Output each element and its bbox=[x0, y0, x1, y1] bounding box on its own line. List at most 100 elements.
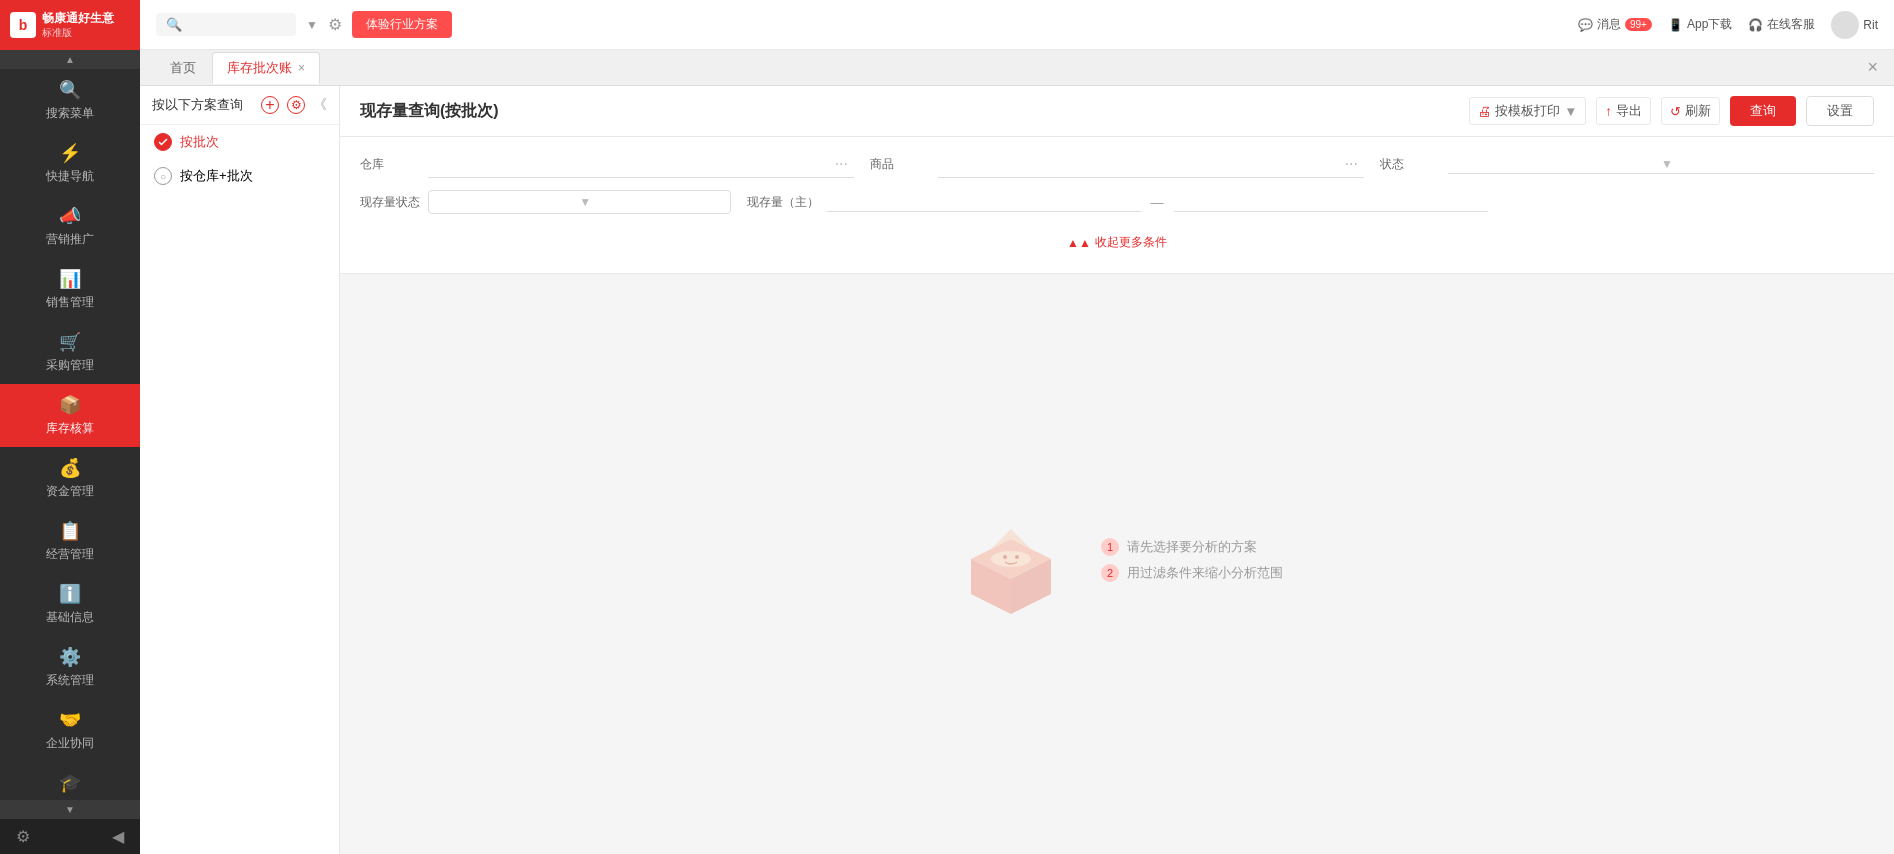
sidebar-item-marketing[interactable]: 📣 营销推广 bbox=[0, 195, 140, 258]
marketing-icon: 📣 bbox=[59, 205, 81, 227]
sidebar-item-inventory[interactable]: 📦 库存核算 bbox=[0, 384, 140, 447]
product-input-wrapper[interactable]: ··· bbox=[938, 151, 1364, 178]
user-name: Rit bbox=[1863, 18, 1878, 32]
refresh-button[interactable]: ↺ 刷新 bbox=[1661, 97, 1720, 125]
plan-item-batch[interactable]: 按批次 bbox=[140, 125, 339, 159]
online-service-item[interactable]: 🎧 在线客服 bbox=[1748, 16, 1815, 33]
warehouse-input-wrapper[interactable]: ··· bbox=[428, 151, 854, 178]
sidebar-item-label: 快捷导航 bbox=[46, 168, 94, 185]
sidebar-item-purchase[interactable]: 🛒 采购管理 bbox=[0, 321, 140, 384]
export-button[interactable]: ↑ 导出 bbox=[1596, 97, 1651, 125]
sidebar-item-label: 企业协同 bbox=[46, 735, 94, 752]
sidebar-item-operations[interactable]: 📋 经营管理 bbox=[0, 510, 140, 573]
user-profile-item[interactable]: Rit bbox=[1831, 11, 1878, 39]
page-header: 现存量查询(按批次) 🖨 按模板打印 ▼ ↑ 导出 ↺ 刷新 bbox=[340, 86, 1894, 137]
product-input[interactable] bbox=[944, 153, 1345, 175]
stock-amount-dash: — bbox=[1151, 195, 1164, 210]
filter-area: 仓库 ··· 商品 ··· bbox=[340, 137, 1894, 274]
product-dots-icon[interactable]: ··· bbox=[1345, 155, 1358, 173]
collapse-more-button[interactable]: ▲▲ 收起更多条件 bbox=[360, 226, 1874, 259]
status-label: 状态 bbox=[1380, 156, 1440, 173]
collapse-panel-icon[interactable]: 《 bbox=[313, 96, 327, 114]
sidebar-header: b 畅康通好生意 标准版 bbox=[0, 0, 140, 50]
status-select[interactable]: ▼ bbox=[1448, 155, 1874, 174]
refresh-label: 刷新 bbox=[1685, 102, 1711, 120]
topbar-right: 💬 消息 99+ 📱 App下载 🎧 在线客服 Rit bbox=[1578, 11, 1878, 39]
export-icon: ↑ bbox=[1605, 104, 1612, 119]
message-item[interactable]: 💬 消息 99+ bbox=[1578, 16, 1652, 33]
sidebar-item-label: 营销推广 bbox=[46, 231, 94, 248]
sidebar-item-newbie[interactable]: 🎓 新手引导 bbox=[0, 762, 140, 800]
content-area: 按以下方案查询 + ⚙ 《 按批次 ○ 按仓库+批次 bbox=[140, 86, 1894, 854]
message-icon: 💬 bbox=[1578, 18, 1593, 32]
topbar-chevron-icon[interactable]: ▼ bbox=[306, 18, 318, 32]
sidebar-footer: ⚙ ◀ bbox=[0, 819, 140, 854]
tab-close-all[interactable]: × bbox=[1867, 57, 1878, 78]
sidebar-scroll-down[interactable]: ▼ bbox=[0, 800, 140, 819]
try-industry-button[interactable]: 体验行业方案 bbox=[352, 11, 452, 38]
tab-active-label: 库存批次账 bbox=[227, 59, 292, 77]
collapse-sidebar-icon[interactable]: ◀ bbox=[112, 827, 124, 846]
sidebar-item-enterprise[interactable]: 🤝 企业协同 bbox=[0, 699, 140, 762]
stock-amount-from[interactable] bbox=[827, 193, 1141, 212]
product-filter: 商品 ··· bbox=[870, 151, 1364, 178]
sidebar-item-basic[interactable]: ℹ️ 基础信息 bbox=[0, 573, 140, 636]
left-panel: 按以下方案查询 + ⚙ 《 按批次 ○ 按仓库+批次 bbox=[140, 86, 340, 854]
inventory-icon: 📦 bbox=[59, 394, 81, 416]
topbar-search-box[interactable]: 🔍 bbox=[156, 13, 296, 36]
filter-row-2: 现存量状态 ▼ 现存量（主） — bbox=[360, 190, 1874, 214]
stock-amount-to-input[interactable] bbox=[1180, 195, 1482, 209]
print-chevron-icon: ▼ bbox=[1564, 104, 1577, 119]
sidebar-item-system[interactable]: ⚙️ 系统管理 bbox=[0, 636, 140, 699]
tab-home[interactable]: 首页 bbox=[156, 53, 210, 83]
page-title: 现存量查询(按批次) bbox=[360, 101, 499, 122]
search-icon: 🔍 bbox=[59, 79, 81, 101]
quicknav-icon: ⚡ bbox=[59, 142, 81, 164]
warehouse-input[interactable] bbox=[434, 153, 835, 175]
tab-close-icon[interactable]: × bbox=[298, 61, 305, 75]
sidebar: b 畅康通好生意 标准版 ▲ 🔍 搜索菜单 ⚡ 快捷导航 📣 营销推广 📊 销售… bbox=[0, 0, 140, 854]
edition-label: 标准版 bbox=[42, 26, 114, 39]
stock-amount-from-input[interactable] bbox=[833, 195, 1135, 209]
empty-illustration bbox=[951, 504, 1071, 624]
hint2-number: 2 bbox=[1101, 564, 1119, 582]
sidebar-item-finance[interactable]: 💰 资金管理 bbox=[0, 447, 140, 510]
sidebar-item-label: 库存核算 bbox=[46, 420, 94, 437]
stock-status-select[interactable]: ▼ bbox=[428, 190, 731, 214]
sidebar-item-label: 搜索菜单 bbox=[46, 105, 94, 122]
warehouse-dots-icon[interactable]: ··· bbox=[835, 155, 848, 173]
settings-plan-icon[interactable]: ⚙ bbox=[287, 96, 305, 114]
add-plan-icon[interactable]: + bbox=[261, 96, 279, 114]
left-panel-icons: + ⚙ 《 bbox=[261, 96, 327, 114]
online-service-label: 在线客服 bbox=[1767, 16, 1815, 33]
export-label: 导出 bbox=[1616, 102, 1642, 120]
tab-inventory-batch[interactable]: 库存批次账 × bbox=[212, 52, 320, 84]
sidebar-item-label: 系统管理 bbox=[46, 672, 94, 689]
user-avatar bbox=[1831, 11, 1859, 39]
main-area: 🔍 ▼ ⚙ 体验行业方案 💬 消息 99+ 📱 App下载 🎧 在线客服 Rit bbox=[140, 0, 1894, 854]
company-name: 畅康通好生意 bbox=[42, 11, 114, 27]
stock-amount-to[interactable] bbox=[1174, 193, 1488, 212]
stock-status-arrow-icon: ▼ bbox=[579, 195, 719, 209]
hint1-text: 请先选择要分析的方案 bbox=[1127, 538, 1257, 556]
sidebar-item-search[interactable]: 🔍 搜索菜单 bbox=[0, 69, 140, 132]
plan-item-warehouse-batch[interactable]: ○ 按仓库+批次 bbox=[140, 159, 339, 193]
refresh-icon: ↺ bbox=[1670, 104, 1681, 119]
search-input[interactable] bbox=[188, 18, 288, 32]
left-panel-header: 按以下方案查询 + ⚙ 《 bbox=[140, 86, 339, 125]
stock-status-filter: 现存量状态 ▼ bbox=[360, 190, 731, 214]
sidebar-item-sales[interactable]: 📊 销售管理 bbox=[0, 258, 140, 321]
sidebar-item-quicknav[interactable]: ⚡ 快捷导航 bbox=[0, 132, 140, 195]
settings-icon[interactable]: ⚙ bbox=[16, 827, 30, 846]
query-button[interactable]: 查询 bbox=[1730, 96, 1796, 126]
topbar-gear-icon[interactable]: ⚙ bbox=[328, 15, 342, 34]
hint1-number: 1 bbox=[1101, 538, 1119, 556]
settings-button[interactable]: 设置 bbox=[1806, 96, 1874, 126]
print-button[interactable]: 🖨 按模板打印 ▼ bbox=[1469, 97, 1586, 125]
app-download-item[interactable]: 📱 App下载 bbox=[1668, 16, 1732, 33]
print-icon: 🖨 bbox=[1478, 104, 1491, 119]
collapse-up-icon: ▲▲ bbox=[1067, 236, 1091, 250]
sidebar-scroll-up[interactable]: ▲ bbox=[0, 50, 140, 69]
basic-icon: ℹ️ bbox=[59, 583, 81, 605]
message-label: 消息 bbox=[1597, 16, 1621, 33]
